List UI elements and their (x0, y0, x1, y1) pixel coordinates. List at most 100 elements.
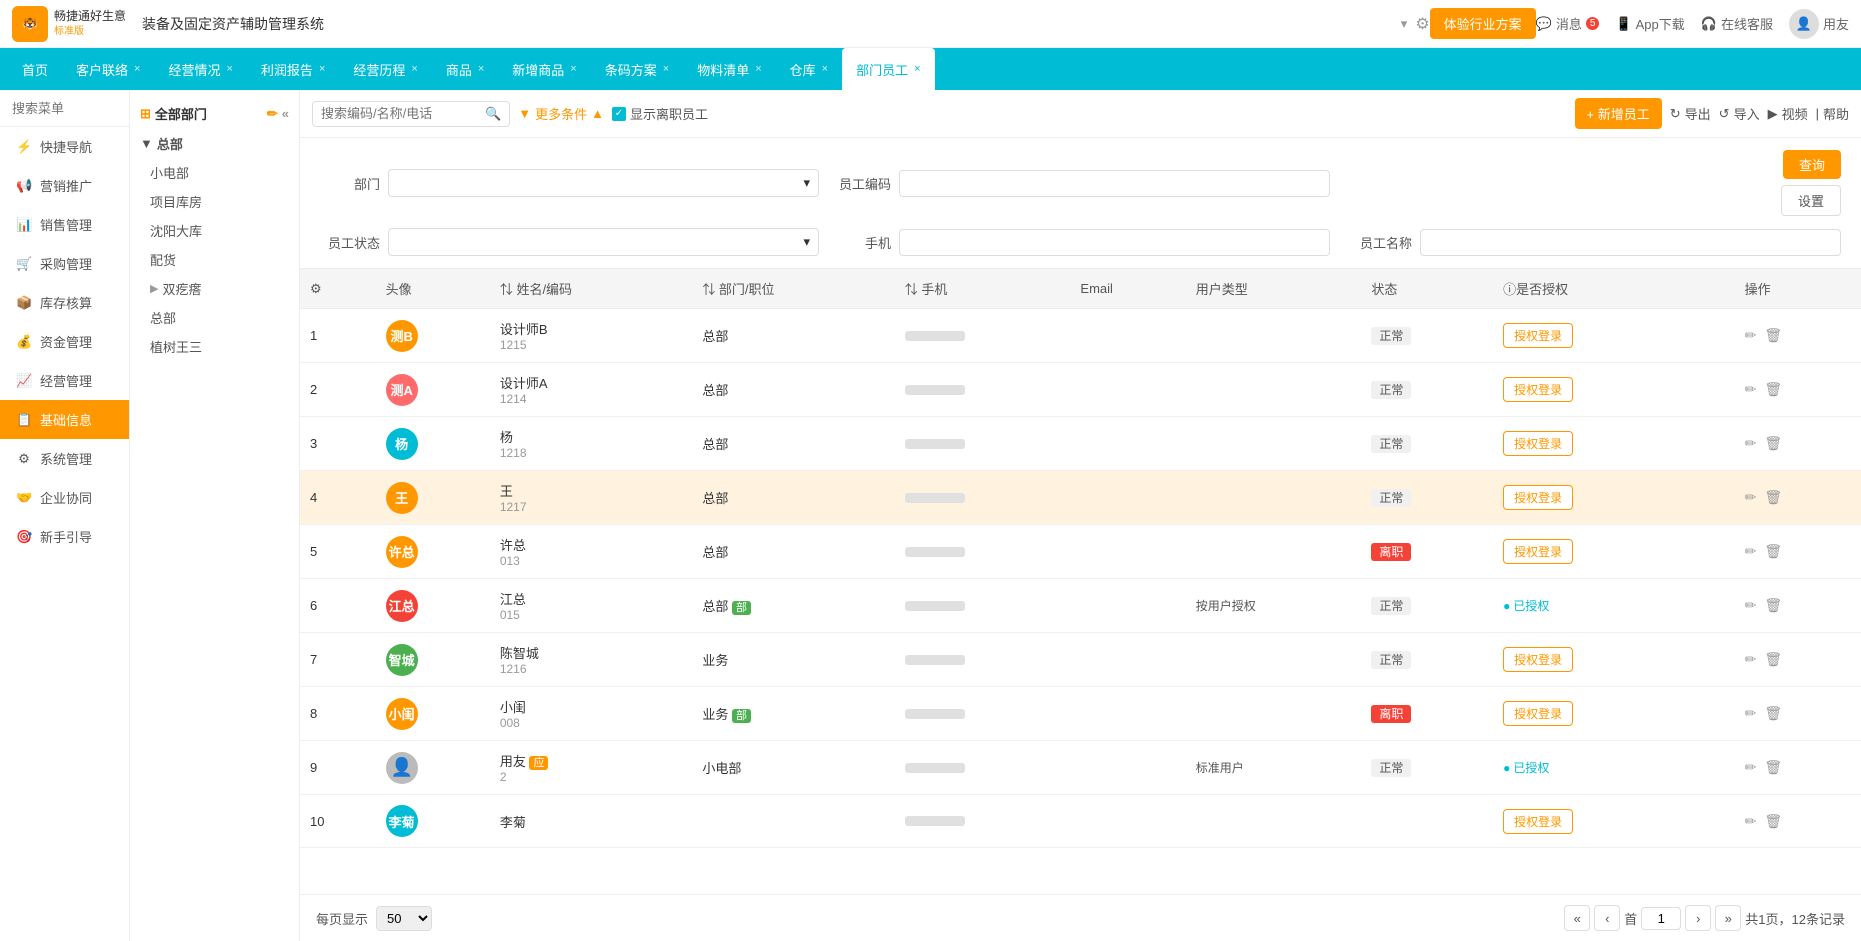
sidebar-search-input[interactable] (12, 101, 130, 116)
add-employee-button[interactable]: + 新增员工 (1575, 98, 1662, 129)
first-page-button[interactable]: « (1564, 905, 1590, 931)
sidebar-item-collab[interactable]: 🤝 企业协同 (0, 478, 129, 517)
empcode-filter-input[interactable] (899, 170, 1330, 197)
tab-barcode[interactable]: 条码方案× (591, 48, 683, 90)
tab-add-goods[interactable]: 新增商品× (498, 48, 590, 90)
delete-icon[interactable]: 🗑 (1764, 597, 1782, 614)
per-page-select[interactable]: 50 100 200 (376, 906, 432, 931)
dept-node-shenyang[interactable]: 沈阳大库 (130, 216, 299, 245)
show-resigned-toggle[interactable]: ✓ 显示离职员工 (612, 104, 708, 123)
tab-employees[interactable]: 部门员工× (842, 48, 934, 90)
trial-button[interactable]: 体验行业方案 (1430, 8, 1536, 39)
dept-node-shuanggezha[interactable]: ▶ 双疙瘩 (130, 274, 299, 303)
tab-history[interactable]: 经营历程× (339, 48, 431, 90)
tab-warehouse[interactable]: 仓库× (776, 48, 842, 90)
dept-node-xiaodibu[interactable]: 小电部 (130, 158, 299, 187)
sidebar-item-purchase[interactable]: 🛒 采购管理 (0, 244, 129, 283)
tab-customer[interactable]: 客户联络× (62, 48, 154, 90)
search-input[interactable] (321, 106, 481, 121)
close-employees-tab[interactable]: × (914, 63, 920, 75)
close-operation-tab[interactable]: × (226, 63, 232, 75)
auth-button[interactable]: 授权登录 (1503, 485, 1573, 510)
last-page-button[interactable]: » (1715, 905, 1741, 931)
filter-more-button[interactable]: ▼ 更多条件 ▲ (518, 104, 604, 123)
delete-icon[interactable]: 🗑 (1764, 489, 1782, 506)
close-bom-tab[interactable]: × (755, 63, 761, 75)
view-button[interactable]: ▶ 视频 (1768, 104, 1808, 123)
prev-page-button[interactable]: ‹ (1594, 905, 1620, 931)
auth-button[interactable]: 授权登录 (1503, 377, 1573, 402)
system-dropdown-icon[interactable]: ▾ (1401, 16, 1408, 32)
auth-button[interactable]: 授权登录 (1503, 701, 1573, 726)
auth-button[interactable]: 授权登录 (1503, 809, 1573, 834)
edit-icon[interactable]: ✏ (1745, 705, 1757, 722)
app-download-button[interactable]: 📱 App下载 (1615, 14, 1684, 33)
edit-icon[interactable]: ✏ (1745, 597, 1757, 614)
delete-icon[interactable]: 🗑 (1764, 705, 1782, 722)
resigned-checkbox[interactable]: ✓ (612, 107, 626, 121)
delete-icon[interactable]: 🗑 (1764, 543, 1782, 560)
edit-icon[interactable]: ✏ (1745, 327, 1757, 344)
auth-button[interactable]: 授权登录 (1503, 647, 1573, 672)
reset-button[interactable]: 设置 (1781, 185, 1841, 216)
settings-icon[interactable]: ⚙ (1415, 14, 1429, 34)
edit-icon[interactable]: ✏ (1745, 381, 1757, 398)
sidebar-item-business[interactable]: 📈 经营管理 (0, 361, 129, 400)
edit-icon[interactable]: ✏ (1745, 759, 1757, 776)
empname-filter-input[interactable] (1420, 229, 1841, 256)
sidebar-item-finance[interactable]: 💰 资金管理 (0, 322, 129, 361)
dept-node-xiangmu[interactable]: 项目库房 (130, 187, 299, 216)
online-service-button[interactable]: 🎧 在线客服 (1701, 14, 1773, 33)
close-barcode-tab[interactable]: × (663, 63, 669, 75)
delete-icon[interactable]: 🗑 (1764, 381, 1782, 398)
edit-icon[interactable]: ✏ (1745, 651, 1757, 668)
dept-node-zongbu[interactable]: 总部 (130, 303, 299, 332)
tab-operation[interactable]: 经营情况× (154, 48, 246, 90)
edit-icon[interactable]: ✏ (1745, 489, 1757, 506)
tab-home[interactable]: 首页 (8, 60, 62, 79)
help-button[interactable]: | 帮助 (1816, 104, 1849, 123)
sidebar-item-sales[interactable]: 📊 销售管理 (0, 205, 129, 244)
sidebar-item-quicknav[interactable]: ⚡ 快捷导航 (0, 127, 129, 166)
dept-node-zhishu[interactable]: 植树王三 (130, 332, 299, 361)
close-warehouse-tab[interactable]: × (822, 63, 828, 75)
auth-button[interactable]: 授权登录 (1503, 323, 1573, 348)
status-filter-select[interactable]: ▾ (388, 228, 819, 256)
export-button[interactable]: ↻ 导出 (1670, 104, 1711, 123)
delete-icon[interactable]: 🗑 (1764, 651, 1782, 668)
edit-icon[interactable]: ✏ (1745, 813, 1757, 830)
close-goods-tab[interactable]: × (478, 63, 484, 75)
dept-filter-select[interactable]: ▾ (388, 169, 819, 197)
auth-button[interactable]: 授权登录 (1503, 431, 1573, 456)
sidebar-item-marketing[interactable]: 📢 营销推广 (0, 166, 129, 205)
auth-button[interactable]: 授权登录 (1503, 539, 1573, 564)
phone-filter-input[interactable] (899, 229, 1330, 256)
sidebar-item-guide[interactable]: 🎯 新手引导 (0, 517, 129, 556)
delete-icon[interactable]: 🗑 (1764, 327, 1782, 344)
dept-collapse-icon[interactable]: « (282, 106, 289, 121)
delete-icon[interactable]: 🗑 (1764, 435, 1782, 452)
messages-button[interactable]: 💬 消息 5 (1536, 14, 1600, 33)
import-button[interactable]: ↺ 导入 (1719, 104, 1760, 123)
close-profit-tab[interactable]: × (319, 63, 325, 75)
edit-icon[interactable]: ✏ (1745, 543, 1757, 560)
next-page-button[interactable]: › (1685, 905, 1711, 931)
dept-edit-icon[interactable]: ✏ (267, 106, 278, 122)
query-button[interactable]: 查询 (1783, 150, 1841, 179)
dept-node-peihuo[interactable]: 配货 (130, 245, 299, 274)
tab-goods[interactable]: 商品× (432, 48, 498, 90)
delete-icon[interactable]: 🗑 (1764, 813, 1782, 830)
page-number-input[interactable] (1641, 907, 1681, 930)
close-history-tab[interactable]: × (411, 63, 417, 75)
edit-icon[interactable]: ✏ (1745, 435, 1757, 452)
dept-node-root[interactable]: ▼ 总部 (130, 129, 299, 158)
settings-col-icon[interactable]: ⚙ (310, 281, 322, 296)
user-button[interactable]: 👤 用友 (1789, 9, 1849, 39)
sidebar-item-basic[interactable]: 📋 基础信息 (0, 400, 129, 439)
sidebar-item-system[interactable]: ⚙ 系统管理 (0, 439, 129, 478)
delete-icon[interactable]: 🗑 (1764, 759, 1782, 776)
sidebar-item-inventory[interactable]: 📦 库存核算 (0, 283, 129, 322)
tab-bom[interactable]: 物料清单× (683, 48, 775, 90)
close-customer-tab[interactable]: × (134, 63, 140, 75)
tab-profit[interactable]: 利润报告× (247, 48, 339, 90)
